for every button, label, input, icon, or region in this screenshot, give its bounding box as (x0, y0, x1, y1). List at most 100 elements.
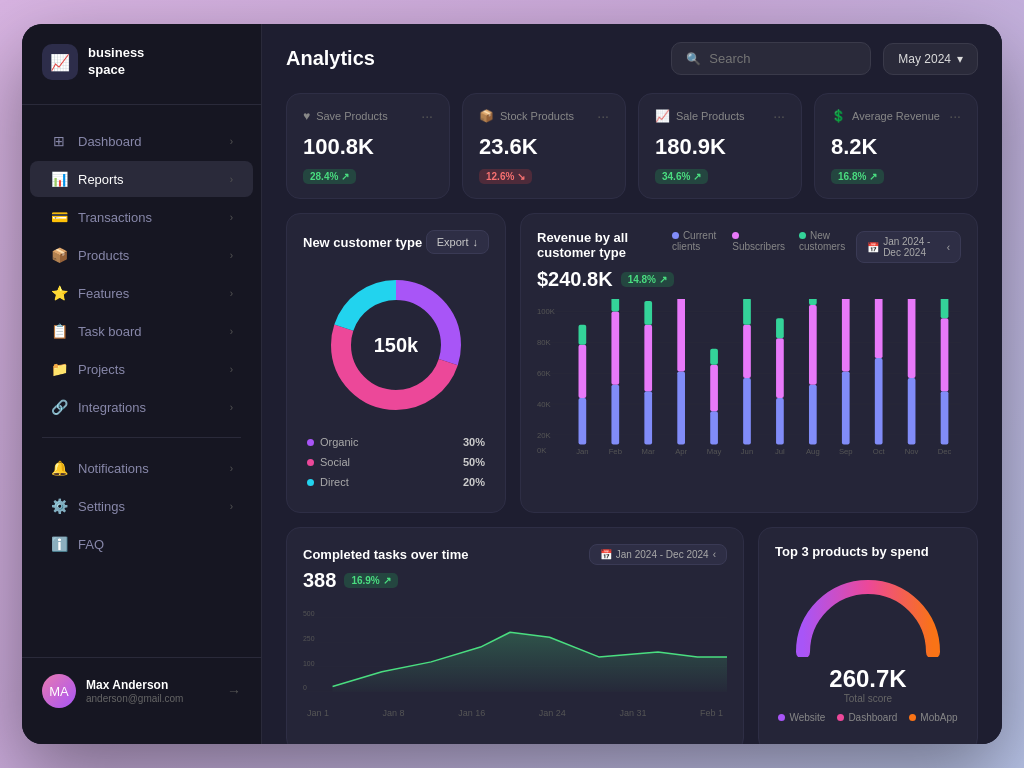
line-x-labels: Jan 1Jan 8Jan 16Jan 24Jan 31Feb 1 (303, 706, 727, 718)
nav-icon-dashboard: ⊞ (50, 133, 68, 149)
stat-card-sale-products: 📈 Sale Products ··· 180.9K 34.6% ↗ (638, 93, 802, 199)
svg-rect-36 (743, 325, 751, 378)
svg-rect-40 (776, 338, 784, 398)
legend-dot (307, 459, 314, 466)
sidebar-item-integrations[interactable]: 🔗 Integrations › (30, 389, 253, 425)
sidebar-item-settings[interactable]: ⚙️ Settings › (30, 488, 253, 524)
line-chart-svg: 500 250 100 0 (303, 602, 727, 702)
stat-value-save-products: 100.8K (303, 134, 433, 160)
search-input[interactable] (709, 51, 856, 66)
nav-label-features: Features (78, 286, 129, 301)
svg-text:60K: 60K (537, 369, 552, 378)
svg-text:80K: 80K (537, 338, 552, 347)
search-box[interactable]: 🔍 (671, 42, 871, 75)
sidebar: 📈 business space ⊞ Dashboard › 📊 Reports… (22, 24, 262, 744)
bar-date-range[interactable]: 📅 Jan 2024 - Dec 2024 ‹ (856, 231, 961, 263)
logout-button[interactable]: → (227, 683, 241, 699)
avatar: MA (42, 674, 76, 708)
sidebar-item-taskboard[interactable]: 📋 Task board › (30, 313, 253, 349)
stat-value-sale-products: 180.9K (655, 134, 785, 160)
stat-dots-average-revenue[interactable]: ··· (949, 108, 961, 124)
donut-legend-organic: Organic 30% (307, 436, 485, 448)
gauge-sub-label: Total score (775, 693, 961, 704)
sidebar-item-reports[interactable]: 📊 Reports › (30, 161, 253, 197)
donut-legend-social: Social 50% (307, 456, 485, 468)
date-picker[interactable]: May 2024 ▾ (883, 43, 978, 75)
chevron-icon: › (230, 288, 233, 299)
stat-card-stock-products: 📦 Stock Products ··· 23.6K 12.6% ↘ (462, 93, 626, 199)
svg-text:Aug: Aug (806, 447, 820, 456)
stat-icon-average-revenue: 💲 (831, 109, 846, 123)
search-icon: 🔍 (686, 52, 701, 66)
nav-label-taskboard: Task board (78, 324, 142, 339)
nav-label-dashboard: Dashboard (78, 134, 142, 149)
svg-text:100K: 100K (537, 307, 556, 316)
svg-rect-25 (644, 301, 652, 325)
stat-card-average-revenue: 💲 Average Revenue ··· 8.2K 16.8% ↗ (814, 93, 978, 199)
svg-rect-52 (875, 299, 883, 358)
svg-rect-45 (809, 299, 817, 305)
stat-card-save-products: ♥ Save Products ··· 100.8K 28.4% ↗ (286, 93, 450, 199)
sidebar-item-notifications[interactable]: 🔔 Notifications › (30, 450, 253, 486)
svg-rect-19 (611, 385, 619, 445)
chevron-icon: › (230, 174, 233, 185)
bar-date-label: Jan 2024 - Dec 2024 (883, 236, 943, 258)
main-content: Analytics 🔍 May 2024 ▾ ♥ Save Products ·… (262, 24, 1002, 744)
bar-chart-title: Revenue by all customer type (537, 230, 672, 260)
sidebar-item-projects[interactable]: 📁 Projects › (30, 351, 253, 387)
stat-dots-save-products[interactable]: ··· (421, 108, 433, 124)
sidebar-nav: ⊞ Dashboard › 📊 Reports › 💳 Transactions… (22, 121, 261, 657)
bar-chart-header: Revenue by all customer type Current cli… (537, 230, 961, 264)
bar-chart-area: 100K 80K 60K 40K 20K 0K JanFebMarAprMayJ… (537, 299, 961, 459)
app-name: business space (88, 45, 144, 79)
donut-chart-header: New customer type Export ↓ (303, 230, 489, 254)
nav-label-faq: FAQ (78, 537, 104, 552)
svg-rect-43 (809, 385, 817, 445)
export-button[interactable]: Export ↓ (426, 230, 489, 254)
chevron-icon: › (230, 250, 233, 261)
line-date-range[interactable]: 📅 Jan 2024 - Dec 2024 ‹ (589, 544, 727, 565)
bar-chart-card: Revenue by all customer type Current cli… (520, 213, 978, 513)
sidebar-footer: MA Max Anderson anderson@gmail.com → (22, 657, 261, 724)
svg-rect-33 (710, 349, 718, 365)
nav-icon-transactions: 💳 (50, 209, 68, 225)
gauge-card: Top 3 products by spend (758, 527, 978, 744)
sidebar-item-faq[interactable]: ℹ️ FAQ (30, 526, 253, 562)
svg-text:500: 500 (303, 611, 315, 618)
stat-badge-sale-products: 34.6% ↗ (655, 169, 708, 184)
nav-icon-features: ⭐ (50, 285, 68, 301)
gauge-value: 260.7K (775, 665, 961, 693)
svg-rect-60 (941, 318, 949, 391)
legend-dot-small (799, 232, 806, 239)
sidebar-item-dashboard[interactable]: ⊞ Dashboard › (30, 123, 253, 159)
svg-rect-32 (710, 365, 718, 412)
stat-badge-average-revenue: 16.8% ↗ (831, 169, 884, 184)
svg-rect-15 (579, 398, 587, 445)
gauge-svg (788, 567, 948, 657)
sidebar-item-products[interactable]: 📦 Products › (30, 237, 253, 273)
nav-icon-taskboard: 📋 (50, 323, 68, 339)
line-date-label: Jan 2024 - Dec 2024 (616, 549, 709, 560)
calendar-icon: 📅 (867, 242, 879, 253)
line-chart-title: Completed tasks over time (303, 547, 468, 562)
svg-text:Oct: Oct (873, 447, 886, 456)
app-container: 📈 business space ⊞ Dashboard › 📊 Reports… (22, 24, 1002, 744)
svg-rect-37 (743, 299, 751, 325)
svg-text:Dec: Dec (938, 447, 952, 456)
nav-icon-notifications: 🔔 (50, 460, 68, 476)
svg-rect-51 (875, 358, 883, 444)
stat-dots-stock-products[interactable]: ··· (597, 108, 609, 124)
middle-row: New customer type Export ↓ (286, 213, 978, 513)
stat-title-save-products: Save Products (316, 110, 388, 122)
sidebar-item-features[interactable]: ⭐ Features › (30, 275, 253, 311)
svg-rect-20 (611, 312, 619, 385)
sidebar-item-transactions[interactable]: 💳 Transactions › (30, 199, 253, 235)
chevron-icon: › (230, 463, 233, 474)
svg-text:40K: 40K (537, 400, 552, 409)
nav-label-products: Products (78, 248, 129, 263)
nav-label-integrations: Integrations (78, 400, 146, 415)
nav-icon-reports: 📊 (50, 171, 68, 187)
stat-dots-sale-products[interactable]: ··· (773, 108, 785, 124)
gauge-legend-dashboard: Dashboard (837, 712, 897, 723)
legend-dot-small (732, 232, 739, 239)
